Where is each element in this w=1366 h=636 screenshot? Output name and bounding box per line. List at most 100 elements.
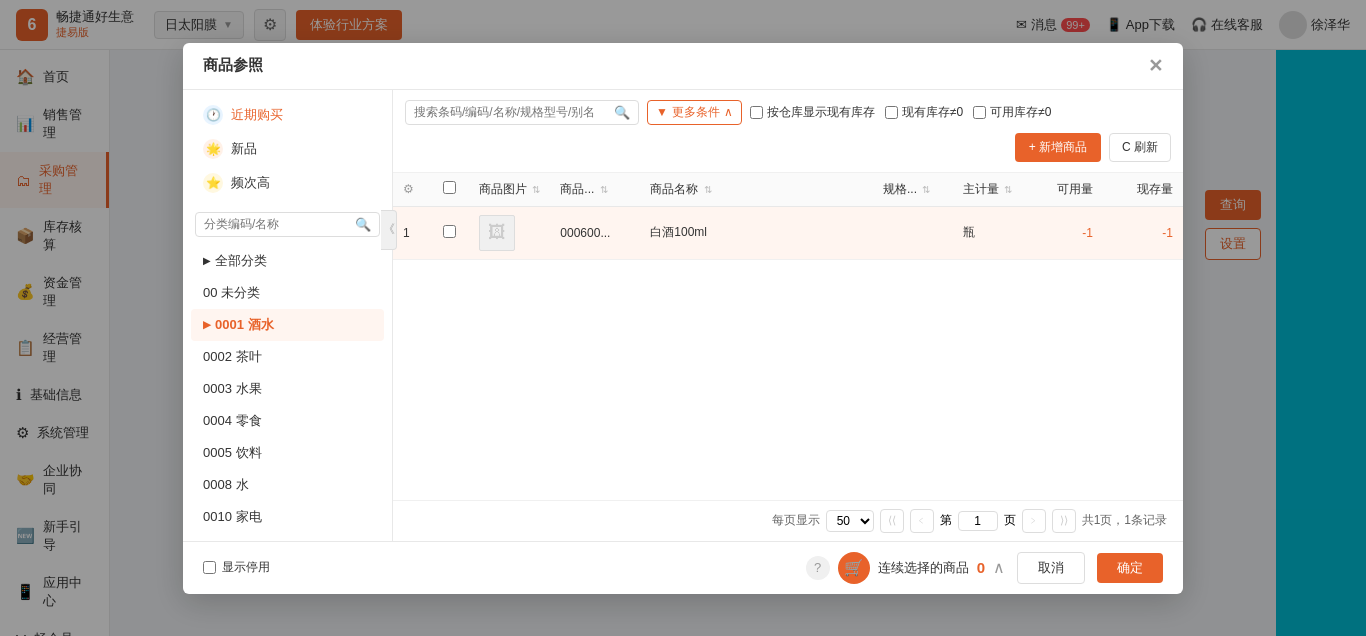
category-item-all[interactable]: ▶ 全部分类: [191, 245, 384, 277]
modal-body: 🕐 近期购买 🌟 新品 ⭐ 频次高 🔍: [183, 90, 1183, 541]
table-body: 1 🖼 000600... 白酒100ml 瓶: [393, 206, 1183, 259]
category-item-2[interactable]: 0002 茶叶: [191, 341, 384, 373]
sort-icon: ⇅: [600, 184, 608, 195]
category-label: 0001 酒水: [215, 316, 274, 334]
category-label: 0005 饮料: [203, 444, 262, 462]
category-label: 全部分类: [215, 252, 267, 270]
product-reference-modal: 商品参照 ✕ 🕐 近期购买 🌟 新品 ⭐ 频次高: [183, 43, 1183, 594]
th-settings: ⚙: [393, 173, 433, 207]
table-row[interactable]: 1 🖼 000600... 白酒100ml 瓶: [393, 206, 1183, 259]
row-checkbox[interactable]: [443, 225, 456, 238]
chevron-up-icon: ∧: [724, 105, 733, 119]
cell-num: 1: [393, 206, 433, 259]
tab-recent-label: 近期购买: [231, 106, 283, 124]
refresh-button[interactable]: C 刷新: [1109, 133, 1171, 162]
filter-action-buttons: + 新增商品 C 刷新: [1015, 133, 1171, 162]
category-item-6[interactable]: 0008 水: [191, 469, 384, 501]
cancel-button[interactable]: 取消: [1017, 552, 1085, 584]
search-icon[interactable]: 🔍: [355, 217, 371, 232]
search-icon[interactable]: 🔍: [614, 105, 630, 120]
next-page-button[interactable]: ﹥: [1022, 509, 1046, 533]
checkbox-warehouse[interactable]: [750, 106, 763, 119]
product-table: ⚙ 商品图片 ⇅ 商品...: [393, 173, 1183, 260]
left-tabs: 🕐 近期购买 🌟 新品 ⭐ 频次高: [183, 98, 392, 200]
check-stock-label: 现有库存≠0: [902, 104, 963, 121]
tab-frequent[interactable]: ⭐ 频次高: [191, 166, 384, 200]
cart-count: 0: [977, 559, 985, 576]
show-disabled-check[interactable]: 显示停用: [203, 559, 270, 576]
category-item-3[interactable]: 0003 水果: [191, 373, 384, 405]
modal-overlay: 商品参照 ✕ 🕐 近期购买 🌟 新品 ⭐ 频次高: [0, 0, 1366, 636]
category-label: 0008 水: [203, 476, 249, 494]
checkbox-stock[interactable]: [885, 106, 898, 119]
cell-code: 000600...: [550, 206, 640, 259]
category-item-4[interactable]: 0004 零食: [191, 405, 384, 437]
cell-checkbox: [433, 206, 469, 259]
more-conditions-label: 更多条件: [672, 104, 720, 121]
cart-icon[interactable]: 🛒: [838, 552, 870, 584]
product-search-input[interactable]: [414, 105, 614, 119]
category-item-0[interactable]: 00 未分类: [191, 277, 384, 309]
cell-unit: 瓶: [953, 206, 1023, 259]
category-item-7[interactable]: 0010 家电: [191, 501, 384, 533]
sort-icon: ⇅: [922, 184, 930, 195]
category-item-5[interactable]: 0005 饮料: [191, 437, 384, 469]
collapse-left-panel-button[interactable]: 《: [381, 210, 397, 250]
product-image: 🖼: [479, 215, 515, 251]
tab-new[interactable]: 🌟 新品: [191, 132, 384, 166]
show-disabled-checkbox[interactable]: [203, 561, 216, 574]
th-checkbox: [433, 173, 469, 207]
th-unit: 主计量 ⇅: [953, 173, 1023, 207]
check-stock-nonzero[interactable]: 现有库存≠0: [885, 104, 963, 121]
caret-icon: ▶: [203, 319, 211, 330]
th-code: 商品... ⇅: [550, 173, 640, 207]
confirm-button[interactable]: 确定: [1097, 553, 1163, 583]
tab-recent[interactable]: 🕐 近期购买: [191, 98, 384, 132]
prev-page-button[interactable]: ﹤: [910, 509, 934, 533]
category-label: 0004 零食: [203, 412, 262, 430]
new-icon: 🌟: [203, 139, 223, 159]
collapse-cart-icon[interactable]: ∧: [993, 558, 1005, 577]
modal-close-button[interactable]: ✕: [1148, 55, 1163, 77]
add-product-button[interactable]: + 新增商品: [1015, 133, 1101, 162]
page-size-wrap: 每页显示 50: [772, 510, 874, 532]
modal-right-panel: 🔍 ▼ 更多条件 ∧ 按仓库显示现有库存 现: [393, 90, 1183, 541]
th-spec: 规格... ⇅: [873, 173, 953, 207]
pagination-bar: 每页显示 50 ⟨⟨ ﹤ 第 页 ﹥ ⟩⟩ 共1页，1条记录: [393, 500, 1183, 541]
category-label: 0010 家电: [203, 508, 262, 526]
select-all-checkbox[interactable]: [443, 181, 456, 194]
table-settings-icon[interactable]: ⚙: [403, 182, 414, 196]
checkbox-avail[interactable]: [973, 106, 986, 119]
help-icon[interactable]: ?: [806, 556, 830, 580]
check-avail-label: 可用库存≠0: [990, 104, 1051, 121]
filter-icon: ▼: [656, 105, 668, 119]
category-search-input[interactable]: [204, 217, 355, 231]
more-conditions-button[interactable]: ▼ 更多条件 ∧: [647, 100, 742, 125]
total-info: 共1页，1条记录: [1082, 512, 1167, 529]
category-search: 🔍: [195, 212, 380, 237]
modal-header: 商品参照 ✕: [183, 43, 1183, 90]
modal-title: 商品参照: [203, 56, 263, 75]
check-avail-nonzero[interactable]: 可用库存≠0: [973, 104, 1051, 121]
modal-left-panel: 🕐 近期购买 🌟 新品 ⭐ 频次高 🔍: [183, 90, 393, 541]
category-list: ▶ 全部分类 00 未分类 ▶ 0001 酒水 0002 茶叶 0003 水果: [183, 245, 392, 533]
th-image: 商品图片 ⇅: [469, 173, 550, 207]
product-search-wrap: 🔍: [405, 100, 639, 125]
sort-icon: ⇅: [1004, 184, 1012, 195]
per-page-select[interactable]: 50: [826, 510, 874, 532]
cell-avail: -1: [1023, 206, 1103, 259]
th-stock: 现存量: [1103, 173, 1183, 207]
category-item-1[interactable]: ▶ 0001 酒水: [191, 309, 384, 341]
check-warehouse-label: 按仓库显示现有库存: [767, 104, 875, 121]
cell-image: 🖼: [469, 206, 550, 259]
freq-icon: ⭐: [203, 173, 223, 193]
page-label-2: 页: [1004, 512, 1016, 529]
cart-label: 连续选择的商品: [878, 559, 969, 577]
page-number-input[interactable]: [958, 511, 998, 531]
last-page-button[interactable]: ⟩⟩: [1052, 509, 1076, 533]
check-warehouse[interactable]: 按仓库显示现有库存: [750, 104, 875, 121]
table-header-row: ⚙ 商品图片 ⇅ 商品...: [393, 173, 1183, 207]
per-page-label: 每页显示: [772, 512, 820, 529]
cell-name: 白酒100ml: [640, 206, 873, 259]
first-page-button[interactable]: ⟨⟨: [880, 509, 904, 533]
